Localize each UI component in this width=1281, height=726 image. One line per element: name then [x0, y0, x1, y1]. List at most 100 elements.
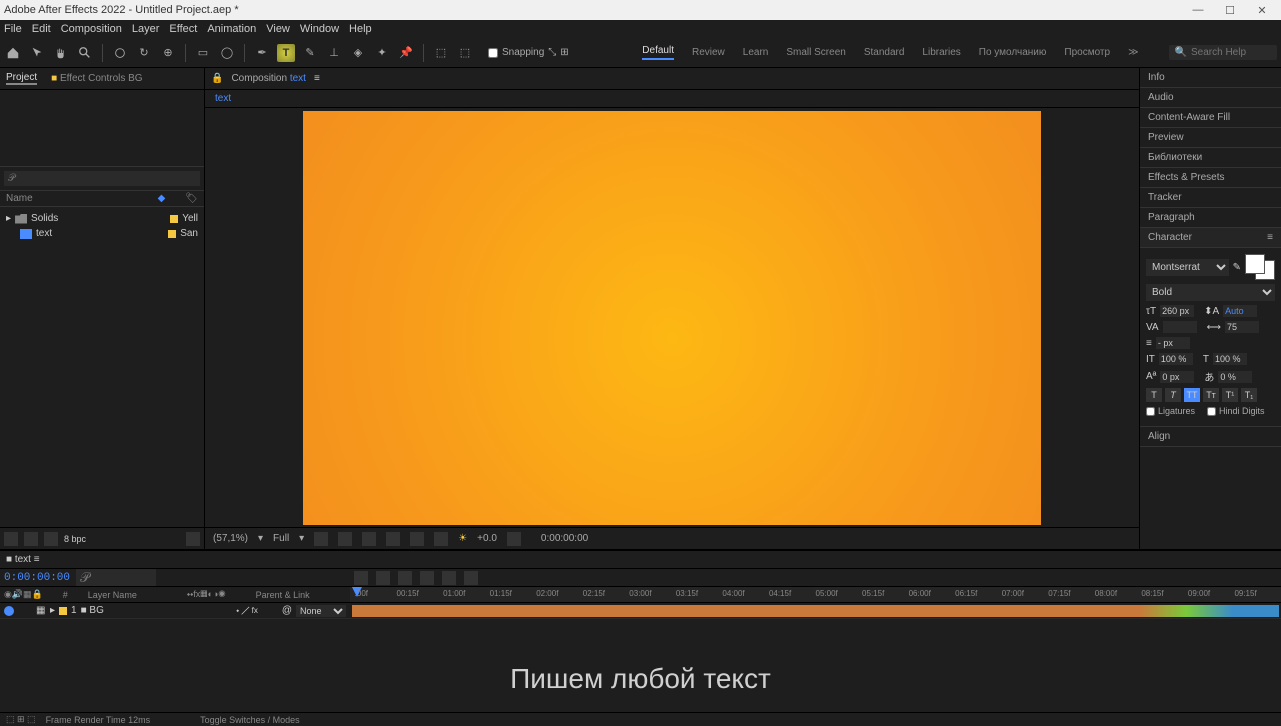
layer-bar-area[interactable] — [350, 603, 1281, 618]
zoom-tool[interactable] — [76, 44, 94, 62]
lock-icon[interactable]: 🔒 — [211, 73, 223, 84]
menu-file[interactable]: File — [4, 23, 22, 35]
col-layer-name[interactable]: Layer Name — [88, 590, 137, 600]
panel-align[interactable]: Align — [1140, 427, 1281, 447]
current-time[interactable]: 0:00:00:00 — [4, 572, 70, 584]
expand-icon[interactable]: ▸ — [6, 213, 11, 224]
hand-tool[interactable] — [52, 44, 70, 62]
close-button[interactable]: ✕ — [1255, 3, 1269, 17]
col-label-icon[interactable]: 🏷 — [185, 193, 198, 204]
new-folder-btn[interactable] — [24, 532, 38, 546]
faux-bold-btn[interactable]: T — [1146, 388, 1162, 402]
stroke-width-input[interactable] — [1156, 337, 1190, 349]
baseline-input[interactable] — [1160, 371, 1194, 383]
hindi-digits-checkbox[interactable]: Hindi Digits — [1207, 406, 1265, 416]
tracking-input[interactable] — [1225, 321, 1259, 333]
menu-animation[interactable]: Animation — [207, 23, 256, 35]
search-input[interactable] — [1191, 47, 1271, 58]
snapping-toggle[interactable]: Snapping ⤡ ⊞ — [488, 47, 569, 58]
layer-duration-bar[interactable] — [352, 605, 1279, 617]
timeline-search[interactable] — [76, 569, 156, 586]
menu-effect[interactable]: Effect — [169, 23, 197, 35]
guides-btn[interactable] — [410, 532, 424, 546]
snapping-checkbox[interactable] — [488, 48, 498, 58]
font-style-select[interactable]: Bold — [1146, 284, 1275, 301]
snap-grid-icon[interactable]: ⊞ — [560, 47, 568, 58]
clone-tool[interactable]: ⊥ — [325, 44, 343, 62]
roi-btn[interactable] — [362, 532, 376, 546]
col-type-icon[interactable]: ◆ — [158, 193, 166, 204]
menu-edit[interactable]: Edit — [32, 23, 51, 35]
workspace-standard[interactable]: Standard — [864, 47, 905, 58]
timeline-layer[interactable]: ▦ ▸ 1 ■ BG ⬩ ╱ fx @ None — [0, 603, 1281, 619]
workspace-default[interactable]: Default — [642, 45, 674, 60]
rectangle-tool[interactable]: ▭ — [194, 44, 212, 62]
panel-libraries[interactable]: Библиотеки — [1140, 148, 1281, 168]
local-axis-tool[interactable]: ⬚ — [432, 44, 450, 62]
col-parent[interactable]: Parent & Link — [256, 590, 310, 600]
interpret-btn[interactable] — [4, 532, 18, 546]
timeline-tab[interactable]: ■ text ≡ — [6, 554, 40, 565]
visibility-toggle[interactable] — [4, 606, 14, 616]
shy-btn[interactable] — [398, 571, 412, 585]
orbit-tool[interactable] — [111, 44, 129, 62]
color-label[interactable] — [170, 215, 178, 223]
panel-character[interactable]: Character≡ — [1140, 228, 1281, 248]
panel-effects-presets[interactable]: Effects & Presets — [1140, 168, 1281, 188]
vscale-input[interactable] — [1159, 353, 1193, 365]
ligatures-checkbox[interactable]: Ligatures — [1146, 406, 1195, 416]
bpc-label[interactable]: 8 bpc — [64, 534, 86, 544]
exposure-value[interactable]: +0.0 — [477, 533, 497, 544]
menu-layer[interactable]: Layer — [132, 23, 160, 35]
subscript-btn[interactable]: T₁ — [1241, 388, 1257, 402]
tsume-input[interactable] — [1218, 371, 1252, 383]
menu-help[interactable]: Help — [349, 23, 372, 35]
snap-arrow-icon[interactable]: ⤡ — [548, 47, 556, 58]
superscript-btn[interactable]: T¹ — [1222, 388, 1238, 402]
font-family-select[interactable]: Montserrat — [1146, 259, 1229, 276]
search-help[interactable]: 🔍 — [1169, 45, 1277, 60]
lock-toggle[interactable]: ▦ — [36, 605, 46, 616]
color-swatches[interactable] — [1245, 254, 1275, 280]
layer-color[interactable] — [59, 607, 67, 615]
kerning-input[interactable] — [1163, 321, 1197, 333]
color-label[interactable] — [168, 230, 176, 238]
fill-color[interactable] — [1245, 254, 1265, 274]
parent-select[interactable]: None — [296, 605, 346, 617]
project-item-text[interactable]: text San — [0, 226, 204, 241]
parent-pickwhip[interactable]: @ — [282, 605, 292, 616]
menu-window[interactable]: Window — [300, 23, 339, 35]
panel-paragraph[interactable]: Paragraph — [1140, 208, 1281, 228]
menu-view[interactable]: View — [266, 23, 290, 35]
home-tool[interactable] — [4, 44, 22, 62]
transparency-grid-btn[interactable] — [314, 532, 328, 546]
panel-info[interactable]: Info — [1140, 68, 1281, 88]
exposure-btn[interactable]: ☀ — [458, 533, 467, 544]
workspace-ru-preview[interactable]: Просмотр — [1064, 47, 1110, 58]
grid-btn[interactable] — [386, 532, 400, 546]
expand-layer[interactable]: ▸ — [50, 605, 55, 616]
col-name[interactable]: Name — [6, 193, 158, 204]
workspace-small[interactable]: Small Screen — [786, 47, 845, 58]
motion-blur-btn[interactable] — [442, 571, 456, 585]
layer-switches[interactable]: ⬩ ╱ fx — [236, 606, 258, 616]
roto-tool[interactable]: ✦ — [373, 44, 391, 62]
pen-tool[interactable]: ✒ — [253, 44, 271, 62]
world-axis-tool[interactable]: ⬚ — [456, 44, 474, 62]
eyedropper-icon[interactable]: ✎ — [1233, 262, 1241, 273]
new-comp-btn[interactable] — [44, 532, 58, 546]
panel-preview[interactable]: Preview — [1140, 128, 1281, 148]
panel-audio[interactable]: Audio — [1140, 88, 1281, 108]
type-tool[interactable]: T — [277, 44, 295, 62]
project-search-input[interactable] — [4, 171, 200, 186]
res-arrow[interactable]: ▾ — [299, 533, 304, 544]
snapshot-btn[interactable] — [507, 532, 521, 546]
footer-icons[interactable]: ⬚ ⊞ ⬚ — [6, 714, 36, 725]
minimize-button[interactable]: — — [1191, 3, 1205, 17]
faux-italic-btn[interactable]: T — [1165, 388, 1181, 402]
ellipse-tool[interactable]: ◯ — [218, 44, 236, 62]
time-ruler[interactable]: :00f 00:15f 01:00f 01:15f 02:00f 02:15f … — [350, 587, 1281, 602]
panel-tracker[interactable]: Tracker — [1140, 188, 1281, 208]
all-caps-btn[interactable]: TT — [1184, 388, 1200, 402]
viewport[interactable] — [205, 108, 1139, 527]
